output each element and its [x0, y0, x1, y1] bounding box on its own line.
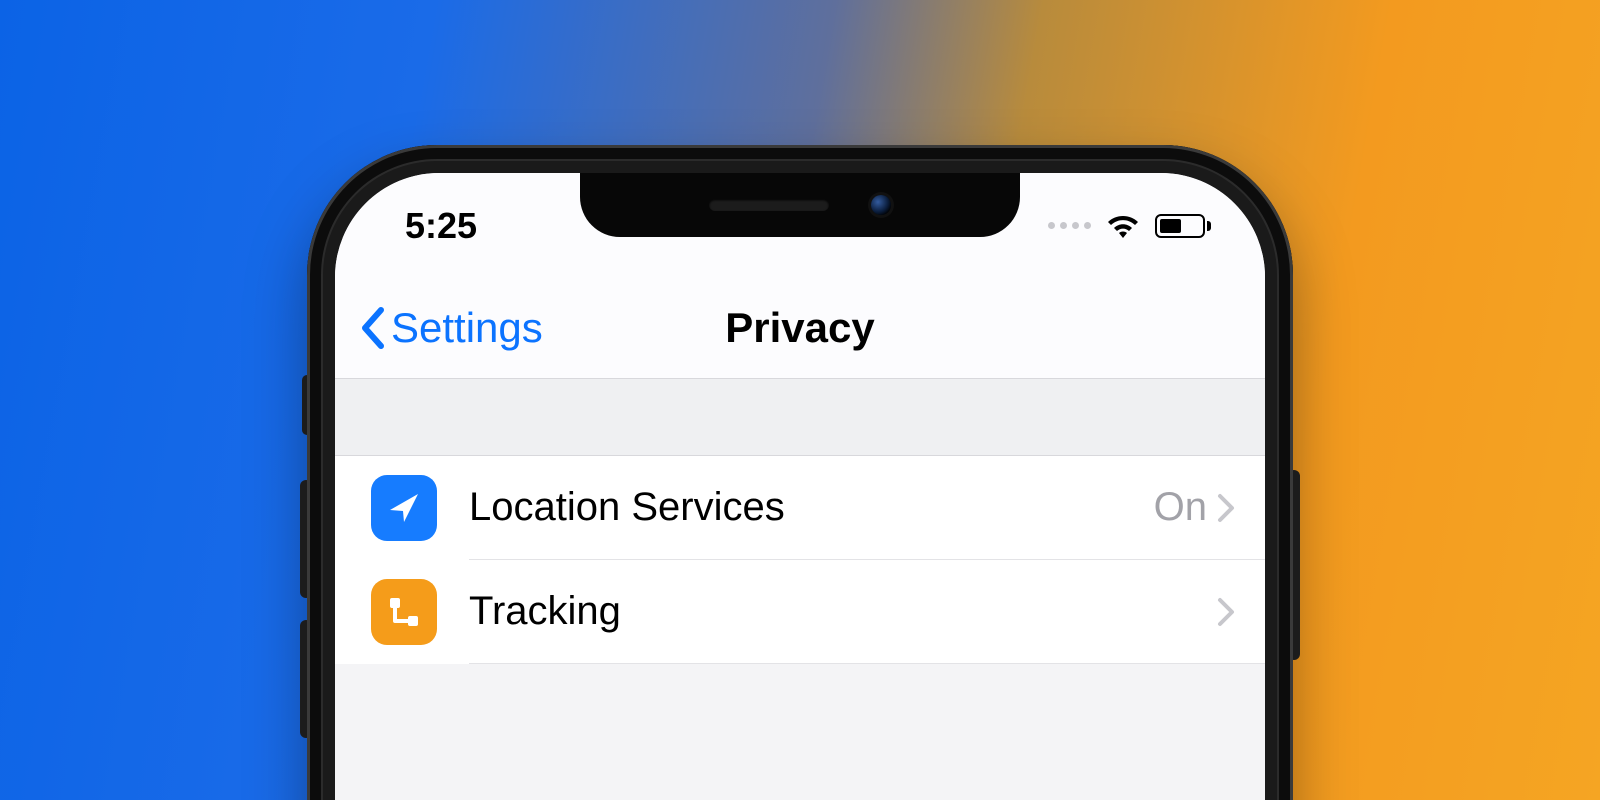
wifi-icon — [1105, 213, 1141, 239]
tracking-icon — [371, 579, 437, 645]
row-value: On — [1154, 485, 1207, 530]
front-camera — [871, 195, 891, 215]
earpiece-speaker — [709, 199, 829, 211]
phone-frame: 5:25 — [307, 145, 1293, 800]
status-time: 5:25 — [405, 205, 477, 247]
back-button[interactable]: Settings — [359, 304, 543, 352]
battery-icon — [1155, 214, 1211, 238]
location-arrow-icon — [371, 475, 437, 541]
chevron-right-icon — [1217, 493, 1235, 523]
back-label: Settings — [391, 304, 543, 352]
phone-screen: 5:25 — [335, 173, 1265, 800]
row-tracking[interactable]: Tracking — [335, 560, 1265, 664]
section-spacer — [335, 379, 1265, 456]
cellular-dots-icon — [1048, 222, 1091, 229]
row-location-services[interactable]: Location Services On — [335, 456, 1265, 560]
page-title: Privacy — [725, 304, 874, 352]
status-indicators — [1048, 213, 1211, 239]
navigation-bar: Settings Privacy — [335, 278, 1265, 379]
row-label: Tracking — [469, 589, 1207, 634]
chevron-right-icon — [1217, 597, 1235, 627]
row-label: Location Services — [469, 485, 1154, 530]
chevron-left-icon — [359, 306, 391, 350]
notch — [580, 173, 1020, 237]
